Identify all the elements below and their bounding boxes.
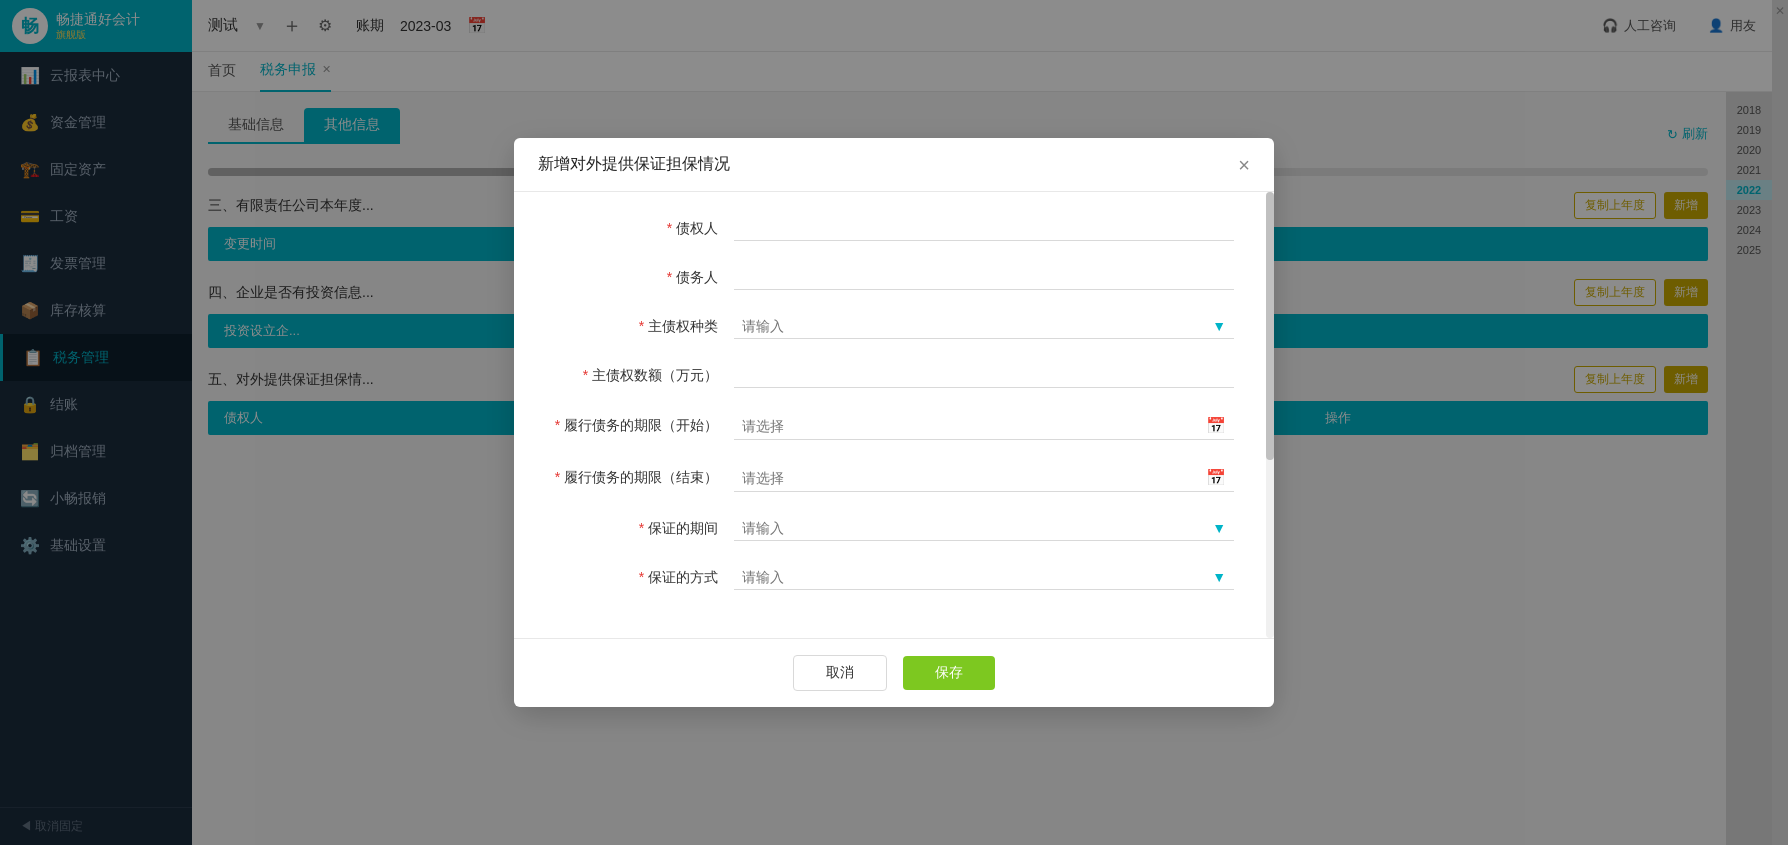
dialog-footer: 取消 保存 <box>514 638 1274 707</box>
form-row-claim-type: * 主债权种类 ▼ <box>554 314 1234 339</box>
field-date-period-end[interactable]: 📅 <box>734 464 1234 492</box>
field-date-period-start[interactable]: 📅 <box>734 412 1234 440</box>
dialog-title: 新增对外提供保证担保情况 <box>538 154 730 175</box>
save-button[interactable]: 保存 <box>903 656 995 690</box>
guarantee-period-input[interactable] <box>742 520 1212 536</box>
guarantee-period-arrow-icon[interactable]: ▼ <box>1212 520 1226 536</box>
field-label-creditor: * 债权人 <box>554 220 734 238</box>
claim-type-input[interactable] <box>742 318 1212 334</box>
form-row-guarantee-period: * 保证的期间 ▼ <box>554 516 1234 541</box>
dialog-close-button[interactable]: × <box>1238 155 1250 175</box>
field-label-guarantee-period: * 保证的期间 <box>554 520 734 538</box>
guarantee-method-input[interactable] <box>742 569 1212 585</box>
field-select-guarantee-period[interactable]: ▼ <box>734 516 1234 541</box>
field-label-period-start: * 履行债务的期限（开始） <box>554 417 734 435</box>
field-label-claim-type: * 主债权种类 <box>554 318 734 336</box>
period-start-input[interactable] <box>742 418 1206 434</box>
field-label-guarantee-method: * 保证的方式 <box>554 569 734 587</box>
field-select-claim-type[interactable]: ▼ <box>734 314 1234 339</box>
form-row-guarantee-method: * 保证的方式 ▼ <box>554 565 1234 590</box>
field-select-guarantee-method[interactable]: ▼ <box>734 565 1234 590</box>
field-label-period-end: * 履行债务的期限（结束） <box>554 469 734 487</box>
calendar-start-icon[interactable]: 📅 <box>1206 416 1226 435</box>
field-label-debtor: * 债务人 <box>554 269 734 287</box>
form-row-period-end: * 履行债务的期限（结束） 📅 <box>554 464 1234 492</box>
dialog-scrollbar[interactable] <box>1266 192 1274 638</box>
dialog-header: 新增对外提供保证担保情况 × <box>514 138 1274 192</box>
field-input-debtor[interactable] <box>734 265 1234 290</box>
field-input-claim-amount[interactable] <box>734 363 1234 388</box>
field-label-claim-amount: * 主债权数额（万元） <box>554 367 734 385</box>
dialog-body: * 债权人 * 债务人 * 主债权种类 <box>514 192 1274 638</box>
form-row-debtor: * 债务人 <box>554 265 1234 290</box>
form-row-claim-amount: * 主债权数额（万元） <box>554 363 1234 388</box>
modal-overlay: 新增对外提供保证担保情况 × * 债权人 * 债务人 <box>0 0 1788 845</box>
dialog: 新增对外提供保证担保情况 × * 债权人 * 债务人 <box>514 138 1274 707</box>
calendar-end-icon[interactable]: 📅 <box>1206 468 1226 487</box>
form-row-creditor: * 债权人 <box>554 216 1234 241</box>
claim-type-arrow-icon[interactable]: ▼ <box>1212 318 1226 334</box>
cancel-button[interactable]: 取消 <box>793 655 887 691</box>
guarantee-method-arrow-icon[interactable]: ▼ <box>1212 569 1226 585</box>
field-input-creditor[interactable] <box>734 216 1234 241</box>
form-row-period-start: * 履行债务的期限（开始） 📅 <box>554 412 1234 440</box>
period-end-input[interactable] <box>742 470 1206 486</box>
